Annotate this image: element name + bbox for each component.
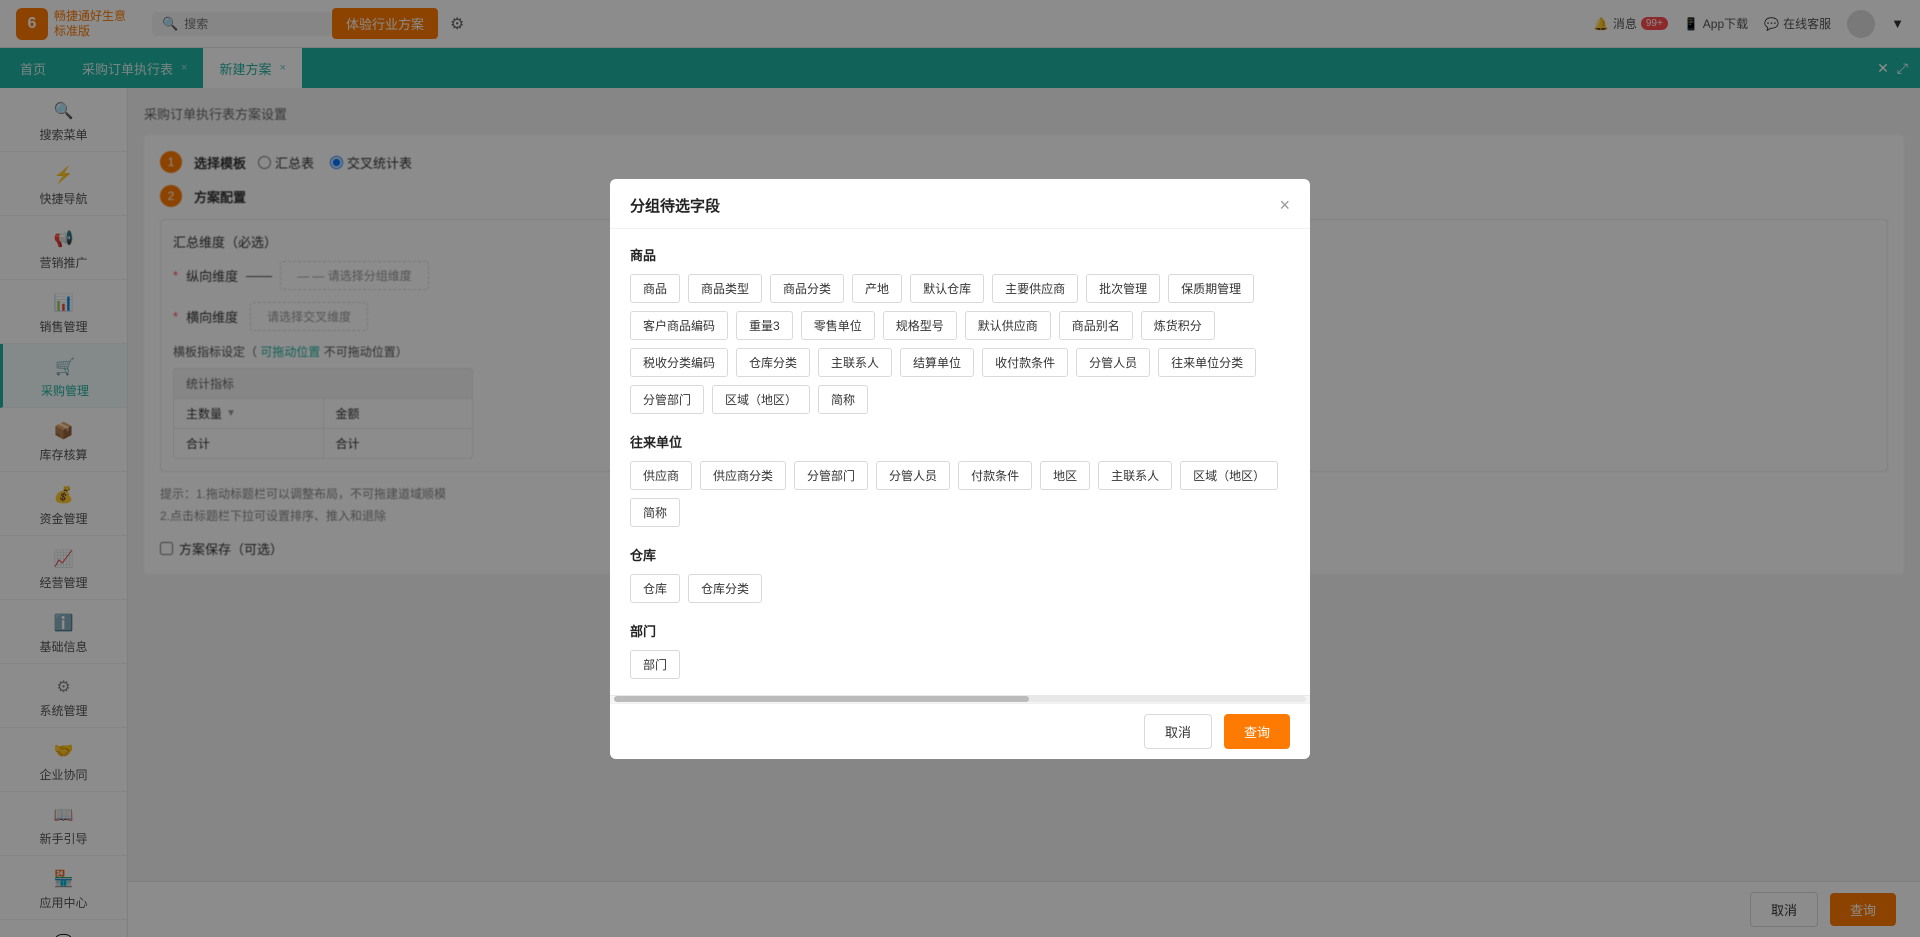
field-tags-2: 仓库仓库分类 — [630, 574, 1290, 603]
field-tags-0: 商品商品类型商品分类产地默认仓库主要供应商批次管理保质期管理客户商品编码重量3 零… — [630, 274, 1290, 414]
field-tag-0-2[interactable]: 商品分类 — [770, 274, 844, 303]
modal-dialog: 分组待选字段 × 商品商品商品类型商品分类产地默认仓库主要供应商批次管理保质期管… — [610, 179, 1310, 759]
field-section-title-1: 往来单位 — [630, 432, 1290, 451]
field-tag-2-0[interactable]: 仓库 — [630, 574, 680, 603]
field-tag-0-12[interactable]: 默认供应商 — [965, 311, 1051, 340]
modal-title: 分组待选字段 — [630, 195, 720, 216]
field-section-title-3: 部门 — [630, 621, 1290, 640]
field-tag-3-0[interactable]: 部门 — [630, 650, 680, 679]
field-tag-1-1[interactable]: 供应商分类 — [700, 461, 786, 490]
field-tag-1-3[interactable]: 分管人员 — [876, 461, 950, 490]
modal-horizontal-scrollbar[interactable] — [610, 695, 1310, 702]
field-tag-0-0[interactable]: 商品 — [630, 274, 680, 303]
field-tag-1-2[interactable]: 分管部门 — [794, 461, 868, 490]
field-tag-0-16[interactable]: 仓库分类 — [736, 348, 810, 377]
field-section-2: 仓库仓库仓库分类 — [630, 545, 1290, 603]
field-section-0: 商品商品商品类型商品分类产地默认仓库主要供应商批次管理保质期管理客户商品编码重量… — [630, 245, 1290, 414]
field-tag-0-23[interactable]: 区域（地区） — [712, 385, 810, 414]
field-tag-0-18[interactable]: 结算单位 — [900, 348, 974, 377]
field-section-title-2: 仓库 — [630, 545, 1290, 564]
modal-overlay: 分组待选字段 × 商品商品商品类型商品分类产地默认仓库主要供应商批次管理保质期管… — [0, 0, 1920, 937]
field-section-1: 往来单位供应商供应商分类分管部门分管人员付款条件地区主联系人区域（地区） 简称 — [630, 432, 1290, 527]
field-tag-1-8[interactable]: 简称 — [630, 498, 680, 527]
field-tag-0-14[interactable]: 炼货积分 — [1141, 311, 1215, 340]
field-tag-0-8[interactable]: 客户商品编码 — [630, 311, 728, 340]
field-tag-0-7[interactable]: 保质期管理 — [1168, 274, 1254, 303]
field-tag-1-6[interactable]: 主联系人 — [1098, 461, 1172, 490]
modal-cancel-button[interactable]: 取消 — [1144, 714, 1212, 749]
field-tag-0-5[interactable]: 主要供应商 — [992, 274, 1078, 303]
field-tag-0-19[interactable]: 收付款条件 — [982, 348, 1068, 377]
field-tag-1-4[interactable]: 付款条件 — [958, 461, 1032, 490]
field-tag-0-6[interactable]: 批次管理 — [1086, 274, 1160, 303]
field-tag-0-13[interactable]: 商品别名 — [1059, 311, 1133, 340]
field-tag-0-17[interactable]: 主联系人 — [818, 348, 892, 377]
field-tag-0-15[interactable]: 税收分类编码 — [630, 348, 728, 377]
field-tags-1: 供应商供应商分类分管部门分管人员付款条件地区主联系人区域（地区） 简称 — [630, 461, 1290, 527]
field-tag-0-9[interactable]: 重量3 — [736, 311, 793, 340]
field-tag-0-10[interactable]: 零售单位 — [801, 311, 875, 340]
field-tag-0-3[interactable]: 产地 — [852, 274, 902, 303]
field-tag-0-4[interactable]: 默认仓库 — [910, 274, 984, 303]
field-section-3: 部门部门 — [630, 621, 1290, 679]
field-tag-1-7[interactable]: 区域（地区） — [1180, 461, 1278, 490]
field-tag-0-11[interactable]: 规格型号 — [883, 311, 957, 340]
field-tag-1-0[interactable]: 供应商 — [630, 461, 692, 490]
modal-header: 分组待选字段 × — [610, 179, 1310, 229]
field-tag-1-5[interactable]: 地区 — [1040, 461, 1090, 490]
field-tag-2-1[interactable]: 仓库分类 — [688, 574, 762, 603]
field-tags-3: 部门 — [630, 650, 1290, 679]
modal-body: 商品商品商品类型商品分类产地默认仓库主要供应商批次管理保质期管理客户商品编码重量… — [610, 229, 1310, 696]
modal-close-button[interactable]: × — [1279, 195, 1290, 216]
field-section-title-0: 商品 — [630, 245, 1290, 264]
field-tag-0-21[interactable]: 往来单位分类 — [1158, 348, 1256, 377]
field-tag-0-22[interactable]: 分管部门 — [630, 385, 704, 414]
field-tag-0-1[interactable]: 商品类型 — [688, 274, 762, 303]
modal-confirm-button[interactable]: 查询 — [1224, 714, 1290, 749]
field-tag-0-24[interactable]: 简称 — [818, 385, 868, 414]
field-tag-0-20[interactable]: 分管人员 — [1076, 348, 1150, 377]
modal-footer: 取消 查询 — [610, 703, 1310, 759]
